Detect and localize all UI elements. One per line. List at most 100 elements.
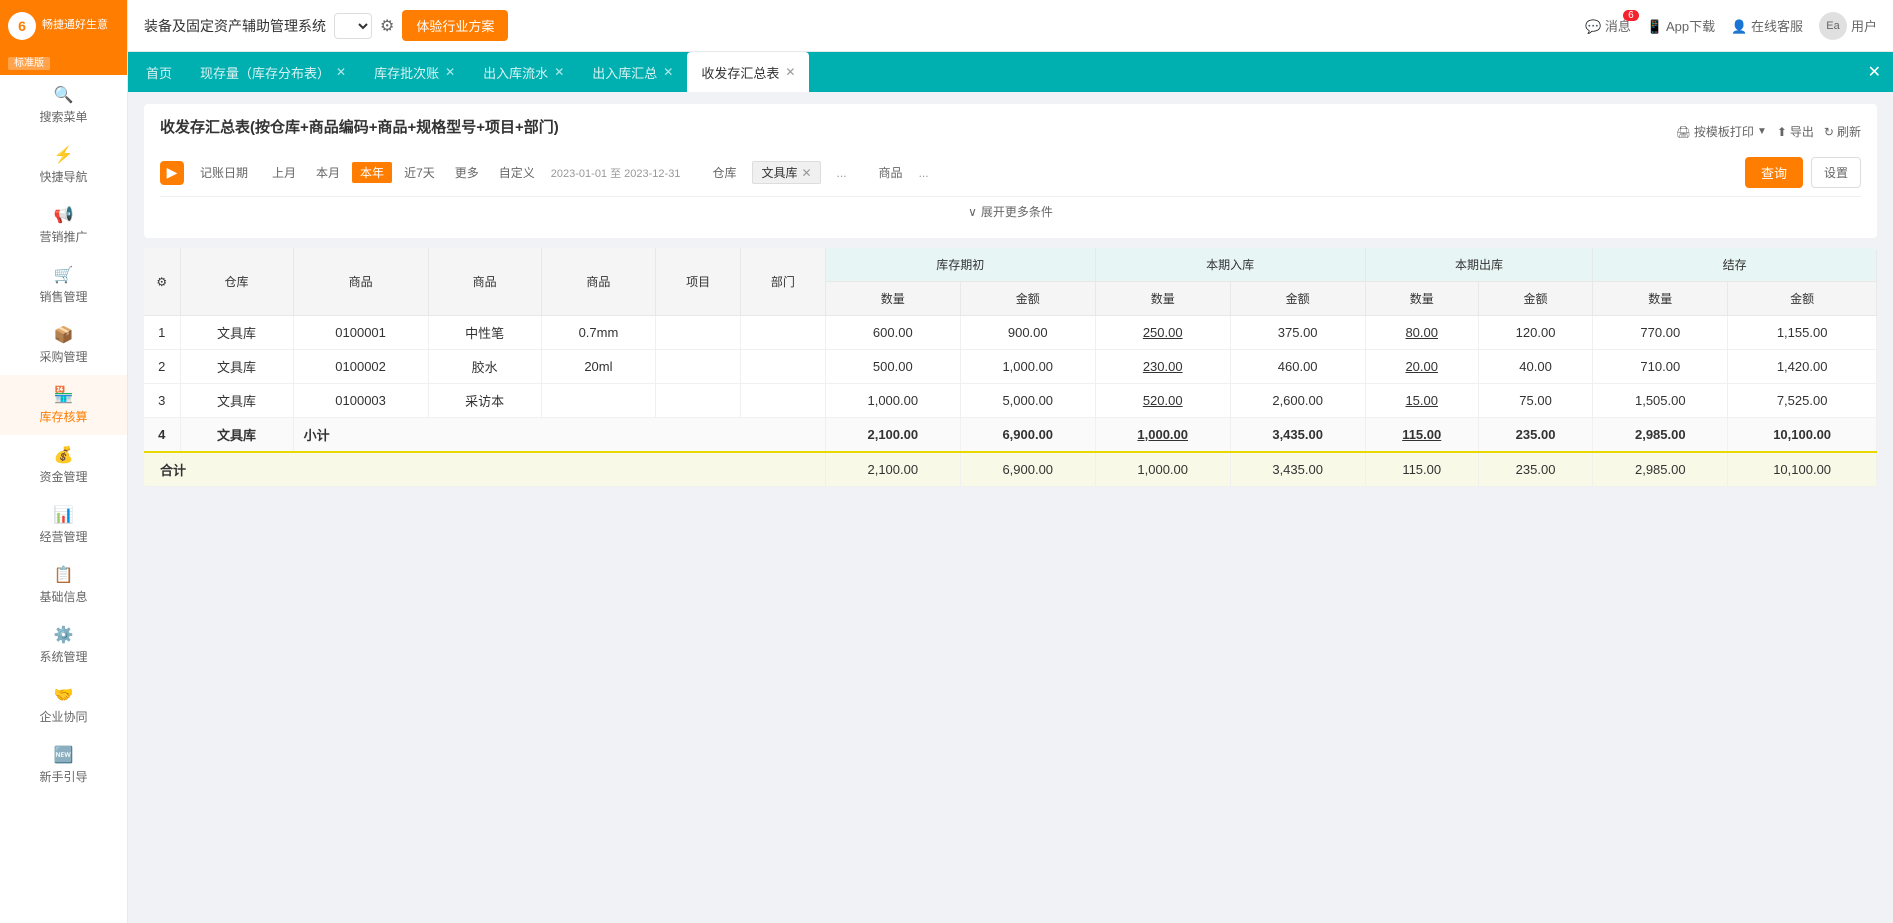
row-in-qty[interactable]: 520.00 [1095,384,1230,418]
row-spec: 0.7mm [541,316,655,350]
tab-0[interactable]: 首页 [132,52,186,92]
row-name: 中性笔 [428,316,541,350]
tabs-close-all-btn[interactable]: ✕ [1860,62,1889,82]
row-out-qty[interactable]: 80.00 [1365,316,1478,350]
refresh-label: 刷新 [1837,123,1861,140]
th-bal-qty: 数量 [1593,282,1728,316]
settings-icon[interactable]: ⚙ [380,16,394,36]
sidebar-item-finance[interactable]: 💰资金管理 [0,435,127,495]
row-dept [740,316,825,350]
tab-close-5[interactable]: ✕ [785,65,795,79]
print-btn[interactable]: 🖨 按模板打印 ▼ [1676,123,1767,140]
chevron-down-icon: ▼ [1757,126,1767,137]
sidebar-item-marketing[interactable]: 📢营销推广 [0,195,127,255]
total-bal-qty: 2,985.00 [1593,452,1728,487]
date-this-year-btn[interactable]: 本年 [352,162,392,183]
tab-2[interactable]: 库存批次账 ✕ [360,52,469,92]
warehouse-remove-btn[interactable]: ✕ [801,166,811,180]
expand-conditions-btn[interactable]: ∨ 展开更多条件 [968,203,1053,220]
user-area[interactable]: Ea 用户 [1819,12,1877,40]
data-table-container: ⚙ 仓库 商品 商品 商品 项目 部门 库存期初 本期入库 本期出库 结存 数量 [144,248,1877,487]
finance-icon: 💰 [54,445,74,465]
tab-label-1: 现存量（库存分布表） [200,63,330,82]
tab-label-5: 收发存汇总表 [701,63,779,82]
row-warehouse: 文具库 [180,316,293,350]
th-bal-amt: 金额 [1728,282,1877,316]
row-code: 0100001 [293,316,428,350]
service-label: 在线客服 [1751,19,1803,34]
date-more-btn[interactable]: 更多 [447,162,487,183]
sidebar-edition: 标准版 [0,52,127,75]
tab-close-4[interactable]: ✕ [663,65,673,79]
row-open-qty: 600.00 [825,316,960,350]
main-area: 装备及固定资产辅助管理系统 ⚙ 体验行业方案 💬 消息 6 📱 App下载 👤 … [128,0,1893,923]
sub-label: 小计 [293,418,825,453]
date-last-month-btn[interactable]: 上月 [264,162,304,183]
row-out-qty[interactable]: 15.00 [1365,384,1478,418]
sub-open-amt: 6,900.00 [960,418,1095,453]
sidebar-item-basic-info[interactable]: 📋基础信息 [0,555,127,615]
action-buttons: 查询 设置 [1745,157,1861,188]
row-open-amt: 5,000.00 [960,384,1095,418]
row-spec [541,384,655,418]
row-in-amt: 460.00 [1230,350,1365,384]
goods-more-btn[interactable]: ... [919,166,929,180]
setting-btn[interactable]: 设置 [1811,157,1861,188]
sidebar-item-guide[interactable]: 🆕新手引导 [0,735,127,795]
online-service-btn[interactable]: 👤 在线客服 [1731,16,1803,35]
date-this-month-btn[interactable]: 本月 [308,162,348,183]
sidebar-label-enterprise: 企业协同 [39,708,87,725]
th-current-in: 本期入库 [1095,248,1365,282]
logo-icon: 6 [8,12,36,40]
refresh-icon: ↻ [1824,125,1834,139]
date-custom-btn[interactable]: 自定义 [491,162,543,183]
th-project: 项目 [656,248,741,316]
th-product-spec: 商品 [541,248,655,316]
filter-bar: ▶ 记账日期 上月 本月 本年 近7天 更多 自定义 2023-01-01 至 … [160,157,1861,188]
sidebar-item-enterprise[interactable]: 🤝企业协同 [0,675,127,735]
date-filter: 上月 本月 本年 近7天 更多 自定义 [264,162,543,183]
sub-in-qty[interactable]: 1,000.00 [1095,418,1230,453]
sidebar-item-system[interactable]: ⚙️系统管理 [0,615,127,675]
sidebar-item-sales[interactable]: 🛒销售管理 [0,255,127,315]
sidebar-item-search[interactable]: 🔍搜索菜单 [0,75,127,135]
sidebar-item-inventory[interactable]: 🏪库存核算 [0,375,127,435]
app-download-btn[interactable]: 📱 App下载 [1647,16,1715,35]
row-in-qty[interactable]: 230.00 [1095,350,1230,384]
sidebar-label-system: 系统管理 [39,648,87,665]
tab-3[interactable]: 出入库流水 ✕ [469,52,578,92]
sidebar-item-purchase[interactable]: 📦采购管理 [0,315,127,375]
export-btn[interactable]: ⬆ 导出 [1777,123,1814,140]
tab-label-3: 出入库流水 [483,63,548,82]
tabs-bar: 首页现存量（库存分布表）✕库存批次账✕出入库流水✕出入库汇总✕收发存汇总表✕ ✕ [128,52,1893,92]
table-row: 2 文具库 0100002 胶水 20ml 500.00 1,000.00 23… [144,350,1877,384]
system-selector[interactable] [334,13,372,39]
chevron-down-icon: ∨ [968,205,977,219]
refresh-btn[interactable]: ↻ 刷新 [1824,123,1861,140]
tab-5[interactable]: 收发存汇总表 ✕ [687,52,809,92]
th-balance: 结存 [1593,248,1877,282]
sub-out-qty[interactable]: 115.00 [1365,418,1478,453]
date-7days-btn[interactable]: 近7天 [396,162,443,183]
tab-4[interactable]: 出入库汇总✕ [578,52,687,92]
row-code: 0100002 [293,350,428,384]
row-out-qty[interactable]: 20.00 [1365,350,1478,384]
inventory-icon: 🏪 [54,385,74,405]
row-in-qty[interactable]: 250.00 [1095,316,1230,350]
tab-close-3[interactable]: ✕ [554,65,564,79]
query-btn[interactable]: 查询 [1745,157,1803,188]
tab-close-1[interactable]: ✕ [336,65,346,79]
basic-info-icon: 📋 [54,565,74,585]
sidebar-item-operations[interactable]: 📊经营管理 [0,495,127,555]
tab-label-2: 库存批次账 [374,63,439,82]
filter-toggle-btn[interactable]: ▶ [160,161,184,185]
tab-1[interactable]: 现存量（库存分布表） ✕ [186,52,360,92]
sidebar-label-purchase: 采购管理 [39,348,87,365]
tab-close-2[interactable]: ✕ [445,65,455,79]
experience-btn[interactable]: 体验行业方案 [402,10,508,41]
warehouse-more-btn[interactable]: ... [837,166,847,180]
sidebar-item-quick-nav[interactable]: ⚡快捷导航 [0,135,127,195]
message-btn[interactable]: 💬 消息 6 [1585,16,1631,35]
th-opening: 库存期初 [825,248,1095,282]
app-download-label: App下载 [1666,19,1715,34]
